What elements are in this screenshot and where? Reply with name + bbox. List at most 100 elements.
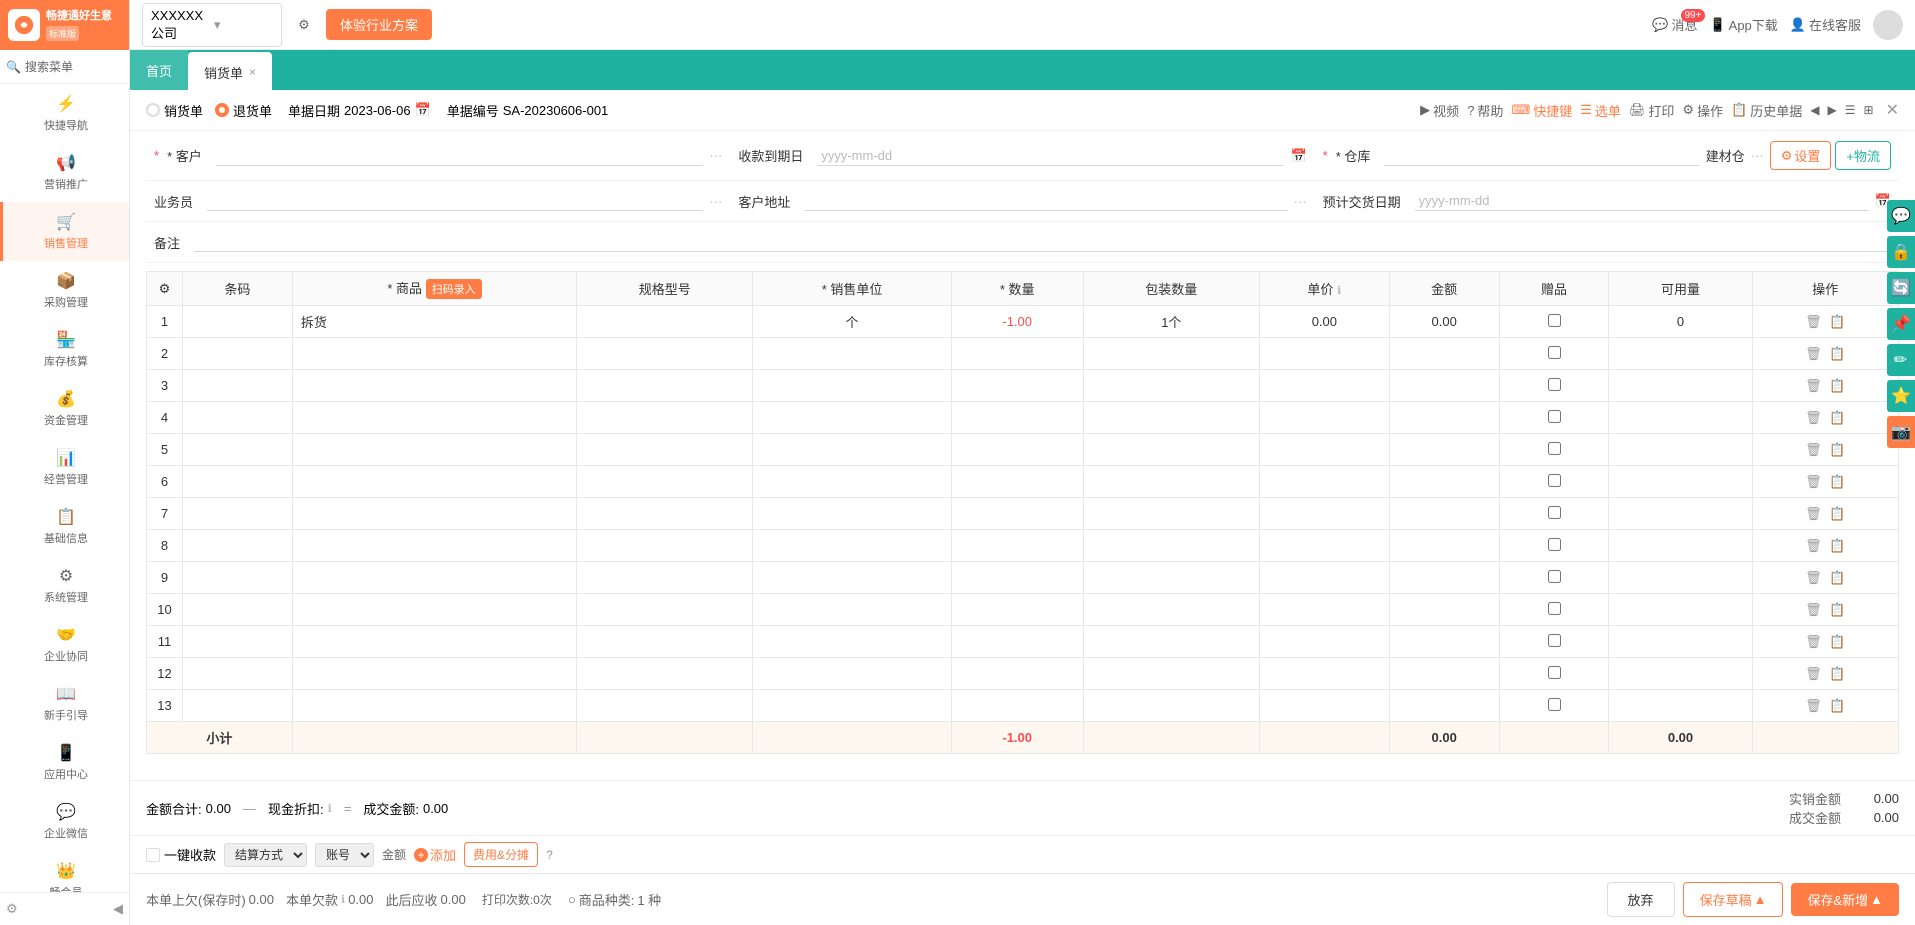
row-gift[interactable]: [1499, 594, 1609, 626]
float-btn-2[interactable]: 🔒: [1887, 236, 1915, 268]
row-spec[interactable]: [577, 434, 753, 466]
list-view-btn[interactable]: ☰: [1845, 103, 1856, 117]
gift-checkbox[interactable]: [1548, 506, 1561, 519]
row-unit[interactable]: [753, 434, 951, 466]
row-gift[interactable]: [1499, 370, 1609, 402]
row-gift[interactable]: [1499, 626, 1609, 658]
row-qty[interactable]: [951, 658, 1083, 690]
row-product[interactable]: [292, 530, 576, 562]
row-unit[interactable]: 个: [753, 306, 951, 338]
row-qty[interactable]: [951, 370, 1083, 402]
copy-icon[interactable]: 📋: [1829, 442, 1845, 457]
row-unit[interactable]: [753, 370, 951, 402]
delete-icon[interactable]: 🗑: [1805, 506, 1822, 521]
gift-checkbox[interactable]: [1548, 474, 1561, 487]
video-btn[interactable]: ▶ 视频: [1420, 101, 1459, 120]
row-gift[interactable]: [1499, 434, 1609, 466]
row-amount[interactable]: [1389, 338, 1499, 370]
row-barcode[interactable]: [183, 690, 293, 722]
delete-icon[interactable]: 🗑: [1805, 410, 1822, 425]
customer-input[interactable]: [216, 146, 704, 166]
row-qty[interactable]: [951, 338, 1083, 370]
row-price[interactable]: [1259, 370, 1389, 402]
row-barcode[interactable]: [183, 370, 293, 402]
add-payment-btn[interactable]: + 添加: [414, 845, 456, 864]
operation-btn[interactable]: ⚙ 操作: [1682, 101, 1723, 120]
row-spec[interactable]: [577, 466, 753, 498]
row-price[interactable]: [1259, 562, 1389, 594]
row-barcode[interactable]: [183, 594, 293, 626]
row-pkg-qty[interactable]: [1083, 594, 1259, 626]
row-pkg-qty[interactable]: [1083, 626, 1259, 658]
row-pkg-qty[interactable]: [1083, 434, 1259, 466]
gift-checkbox[interactable]: [1548, 378, 1561, 391]
row-spec[interactable]: [577, 338, 753, 370]
row-spec[interactable]: [577, 658, 753, 690]
payment-date-input[interactable]: [817, 146, 1284, 166]
company-selector[interactable]: XXXXXX公司 ▾: [142, 3, 282, 47]
row-pkg-qty[interactable]: [1083, 562, 1259, 594]
sidebar-item-system[interactable]: ⚙ 系统管理: [0, 556, 129, 615]
sidebar-item-guide[interactable]: 📖 新手引导: [0, 674, 129, 733]
row-gift[interactable]: [1499, 306, 1609, 338]
next-btn[interactable]: ▶: [1828, 103, 1837, 117]
row-gift[interactable]: [1499, 690, 1609, 722]
row-product[interactable]: [292, 626, 576, 658]
row-barcode[interactable]: [183, 658, 293, 690]
row-qty[interactable]: [951, 626, 1083, 658]
debt-info-icon[interactable]: ℹ: [341, 893, 345, 906]
copy-icon[interactable]: 📋: [1829, 506, 1845, 521]
row-spec[interactable]: [577, 562, 753, 594]
sidebar-item-marketing[interactable]: 📢 营销推广: [0, 143, 129, 202]
row-price[interactable]: [1259, 530, 1389, 562]
warehouse-input[interactable]: [1384, 146, 1699, 166]
gift-checkbox[interactable]: [1548, 538, 1561, 551]
notes-input[interactable]: [194, 232, 1891, 252]
delete-icon[interactable]: 🗑: [1805, 634, 1822, 649]
row-qty[interactable]: [951, 530, 1083, 562]
row-qty[interactable]: [951, 690, 1083, 722]
row-qty[interactable]: -1.00: [951, 306, 1083, 338]
float-btn-1[interactable]: 💬: [1887, 200, 1915, 232]
sidebar-settings-icon[interactable]: ⚙: [6, 901, 18, 917]
delete-icon[interactable]: 🗑: [1805, 442, 1822, 457]
salesperson-dots[interactable]: ···: [709, 194, 722, 209]
row-gift[interactable]: [1499, 402, 1609, 434]
salesperson-input[interactable]: [207, 191, 703, 211]
row-spec[interactable]: [577, 498, 753, 530]
row-spec[interactable]: [577, 626, 753, 658]
sidebar-item-collab[interactable]: 🤝 企业协同: [0, 615, 129, 674]
delete-icon[interactable]: 🗑: [1805, 570, 1822, 585]
row-unit[interactable]: [753, 402, 951, 434]
header-settings-icon[interactable]: ⚙: [290, 11, 318, 39]
warehouse-dots[interactable]: ···: [1751, 148, 1764, 163]
sidebar-item-inventory[interactable]: 🏪 库存核算: [0, 320, 129, 379]
row-product[interactable]: [292, 498, 576, 530]
row-barcode[interactable]: [183, 306, 293, 338]
tab-close-icon[interactable]: ×: [249, 65, 256, 79]
addr-dots[interactable]: ···: [1294, 194, 1307, 209]
copy-icon[interactable]: 📋: [1829, 410, 1845, 425]
scan-button[interactable]: 扫码录入: [426, 279, 482, 299]
row-qty[interactable]: [951, 402, 1083, 434]
row-gift[interactable]: [1499, 498, 1609, 530]
row-amount[interactable]: [1389, 370, 1499, 402]
sidebar-item-basic-info[interactable]: 📋 基础信息: [0, 497, 129, 556]
row-amount[interactable]: [1389, 562, 1499, 594]
row-price[interactable]: [1259, 434, 1389, 466]
row-pkg-qty[interactable]: [1083, 658, 1259, 690]
row-pkg-qty[interactable]: [1083, 370, 1259, 402]
col-settings-header[interactable]: ⚙: [147, 272, 183, 306]
copy-icon[interactable]: 📋: [1829, 314, 1845, 329]
product-type-icon[interactable]: ○: [568, 892, 576, 907]
customer-addr-input[interactable]: [804, 191, 1287, 211]
row-amount[interactable]: [1389, 434, 1499, 466]
row-product[interactable]: [292, 338, 576, 370]
copy-icon[interactable]: 📋: [1829, 378, 1845, 393]
user-avatar[interactable]: [1873, 10, 1903, 40]
row-unit[interactable]: [753, 498, 951, 530]
payment-account-select[interactable]: 账号: [315, 843, 374, 867]
delete-icon[interactable]: 🗑: [1805, 666, 1822, 681]
copy-icon[interactable]: 📋: [1829, 538, 1845, 553]
row-product[interactable]: [292, 690, 576, 722]
